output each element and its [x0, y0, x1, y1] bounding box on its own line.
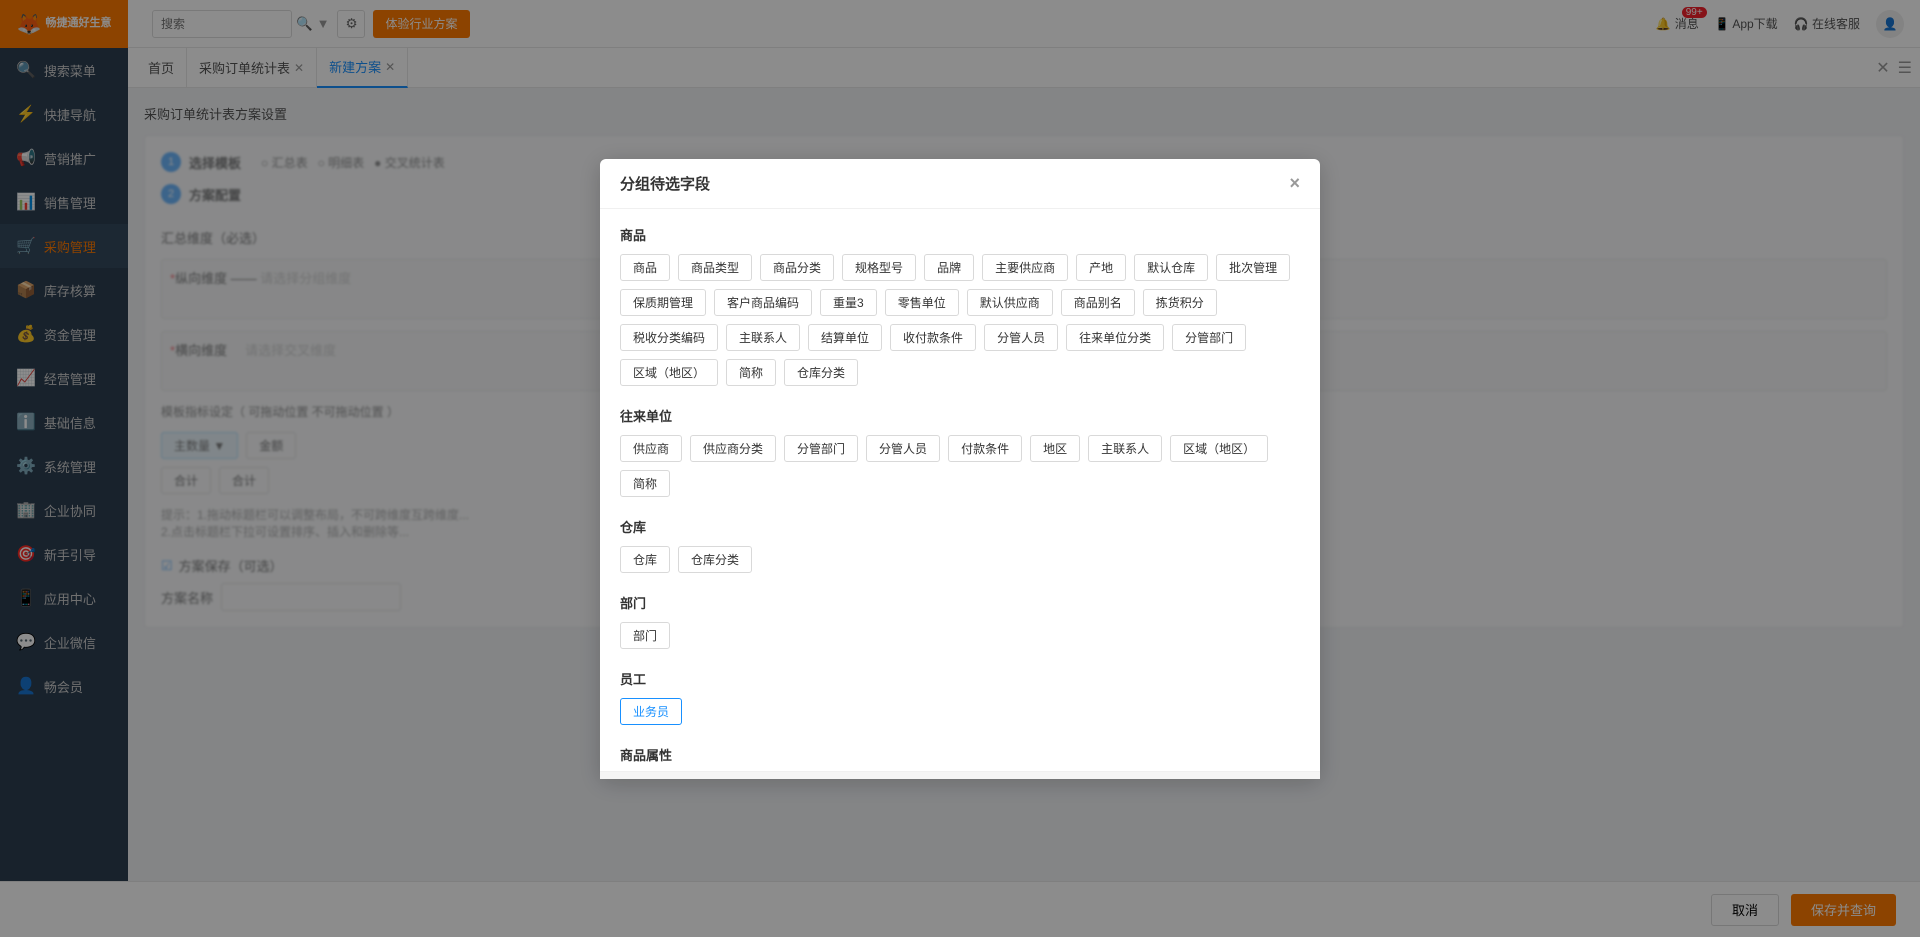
- chip-warehouse-0[interactable]: 仓库: [620, 546, 670, 573]
- chip-goods-20[interactable]: 分管人员: [984, 324, 1058, 351]
- section-title-goods: 商品: [620, 225, 1300, 244]
- section-partner: 往来单位供应商供应商分类分管部门分管人员付款条件地区主联系人区域（地区） 简称: [620, 406, 1300, 497]
- modal-header: 分组待选字段 ×: [600, 159, 1320, 209]
- chip-partner-2[interactable]: 分管部门: [784, 435, 858, 462]
- chip-goods-12[interactable]: 零售单位: [885, 289, 959, 316]
- chip-goods-1[interactable]: 商品类型: [678, 254, 752, 281]
- modal-footer-bar: [600, 771, 1320, 778]
- chip-department-0[interactable]: 部门: [620, 622, 670, 649]
- chip-goods-25[interactable]: 仓库分类: [784, 359, 858, 386]
- chip-employee-0[interactable]: 业务员: [620, 698, 682, 725]
- chip-goods-16[interactable]: 税收分类编码: [620, 324, 718, 351]
- chip-goods-6[interactable]: 产地: [1076, 254, 1126, 281]
- section-warehouse: 仓库仓库仓库分类: [620, 517, 1300, 573]
- modal-body: 商品商品商品类型商品分类规格型号品牌主要供应商产地默认仓库批次管理保质期管理客户…: [600, 209, 1320, 772]
- section-title-product-attr: 商品属性: [620, 745, 1300, 764]
- chip-goods-14[interactable]: 商品别名: [1061, 289, 1135, 316]
- chip-goods-19[interactable]: 收付款条件: [890, 324, 976, 351]
- chips-partner: 供应商供应商分类分管部门分管人员付款条件地区主联系人区域（地区） 简称: [620, 435, 1300, 497]
- section-department: 部门部门: [620, 593, 1300, 649]
- chip-goods-15[interactable]: 拣货积分: [1143, 289, 1217, 316]
- chips-warehouse: 仓库仓库分类: [620, 546, 1300, 573]
- chip-partner-3[interactable]: 分管人员: [866, 435, 940, 462]
- section-title-warehouse: 仓库: [620, 517, 1300, 536]
- modal-dialog: 分组待选字段 × 商品商品商品类型商品分类规格型号品牌主要供应商产地默认仓库批次…: [600, 159, 1320, 779]
- chip-goods-22[interactable]: 分管部门: [1172, 324, 1246, 351]
- section-product-attr: 商品属性属性颜色多规格尺码鞋码1: [620, 745, 1300, 772]
- chip-goods-4[interactable]: 品牌: [924, 254, 974, 281]
- modal-title: 分组待选字段: [620, 173, 710, 194]
- chip-goods-7[interactable]: 默认仓库: [1134, 254, 1208, 281]
- chips-goods: 商品商品类型商品分类规格型号品牌主要供应商产地默认仓库批次管理保质期管理客户商品…: [620, 254, 1300, 386]
- section-employee: 员工业务员: [620, 669, 1300, 725]
- chip-goods-23[interactable]: 区域（地区）: [620, 359, 718, 386]
- chip-goods-2[interactable]: 商品分类: [760, 254, 834, 281]
- chip-partner-1[interactable]: 供应商分类: [690, 435, 776, 462]
- chip-partner-6[interactable]: 主联系人: [1088, 435, 1162, 462]
- chip-goods-21[interactable]: 往来单位分类: [1066, 324, 1164, 351]
- chip-partner-7[interactable]: 区域（地区）: [1170, 435, 1268, 462]
- chip-goods-10[interactable]: 客户商品编码: [714, 289, 812, 316]
- chip-goods-13[interactable]: 默认供应商: [967, 289, 1053, 316]
- chip-goods-8[interactable]: 批次管理: [1216, 254, 1290, 281]
- chip-partner-8[interactable]: 简称: [620, 470, 670, 497]
- section-title-department: 部门: [620, 593, 1300, 612]
- chip-goods-5[interactable]: 主要供应商: [982, 254, 1068, 281]
- chips-employee: 业务员: [620, 698, 1300, 725]
- chip-goods-18[interactable]: 结算单位: [808, 324, 882, 351]
- section-title-partner: 往来单位: [620, 406, 1300, 425]
- section-goods: 商品商品商品类型商品分类规格型号品牌主要供应商产地默认仓库批次管理保质期管理客户…: [620, 225, 1300, 386]
- chip-goods-0[interactable]: 商品: [620, 254, 670, 281]
- chip-goods-24[interactable]: 简称: [726, 359, 776, 386]
- chip-goods-9[interactable]: 保质期管理: [620, 289, 706, 316]
- chip-goods-3[interactable]: 规格型号: [842, 254, 916, 281]
- chip-partner-0[interactable]: 供应商: [620, 435, 682, 462]
- chip-goods-17[interactable]: 主联系人: [726, 324, 800, 351]
- modal-overlay: 分组待选字段 × 商品商品商品类型商品分类规格型号品牌主要供应商产地默认仓库批次…: [0, 0, 1920, 937]
- section-title-employee: 员工: [620, 669, 1300, 688]
- chip-warehouse-1[interactable]: 仓库分类: [678, 546, 752, 573]
- chips-department: 部门: [620, 622, 1300, 649]
- chip-partner-5[interactable]: 地区: [1030, 435, 1080, 462]
- chip-partner-4[interactable]: 付款条件: [948, 435, 1022, 462]
- modal-close-button[interactable]: ×: [1289, 173, 1300, 194]
- chip-goods-11[interactable]: 重量3: [820, 289, 877, 316]
